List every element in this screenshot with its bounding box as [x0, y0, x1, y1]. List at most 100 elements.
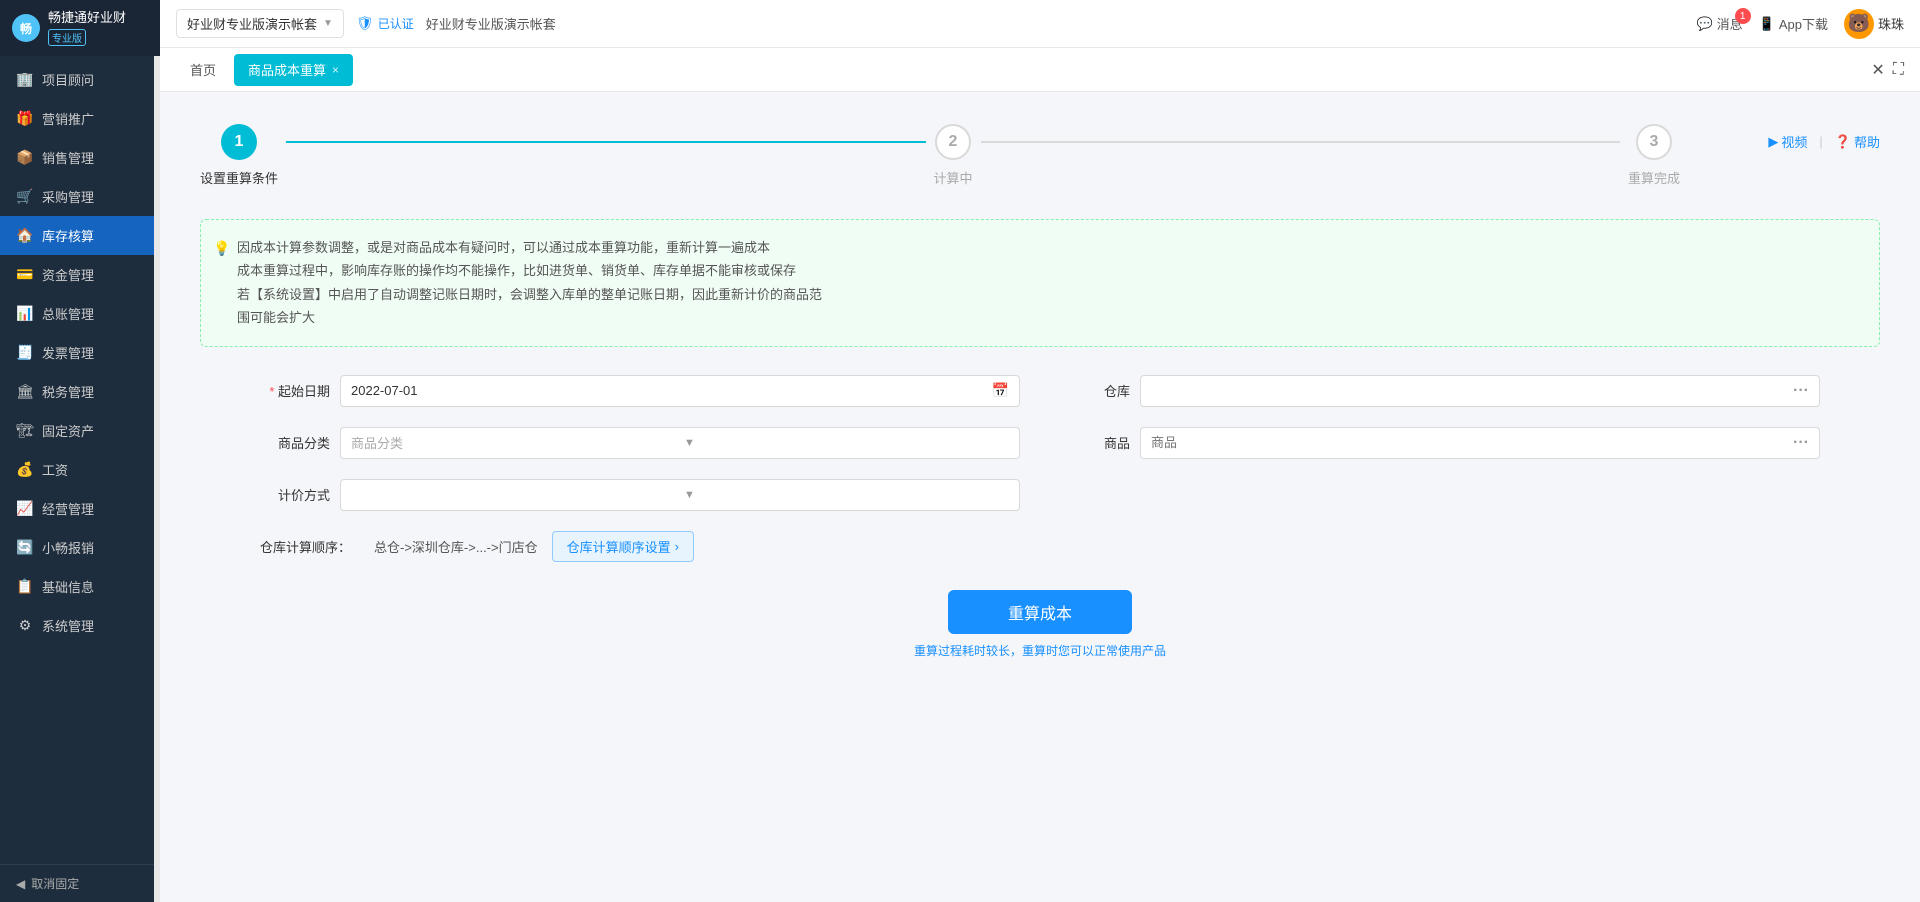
account-selector-text: 好业财专业版演示帐套 [187, 14, 317, 33]
sidebar-item-tax[interactable]: 🏛税务管理 [0, 372, 160, 411]
chevron-down-icon: ▼ [323, 18, 333, 29]
pricing-chevron-icon: ▼ [684, 489, 1009, 501]
sidebar-item-marketing[interactable]: 🎁 营销推广 [0, 99, 160, 138]
step-line-2 [981, 141, 1620, 143]
nav-icon-sales: 📦 [16, 149, 34, 167]
submit-area: 重算成本 重算过程耗时较长，重算时您可以正常使用产品 [260, 590, 1820, 659]
calendar-icon[interactable]: 📅 [992, 382, 1009, 399]
tab-home-label: 首页 [190, 60, 216, 79]
expand-icon[interactable]: ⛶ [1893, 61, 1904, 79]
nav-icon-basic: 📋 [16, 578, 34, 596]
sidebar-header: 畅 畅捷通好业财 专业版 [0, 0, 160, 56]
recalculate-hint: 重算过程耗时较长，重算时您可以正常使用产品 [260, 642, 1820, 659]
nav-icon-purchase: 🛒 [16, 188, 34, 206]
nav-label-purchase: 采购管理 [42, 187, 94, 206]
more-icon[interactable]: ··· [1793, 382, 1809, 400]
recalculate-button[interactable]: 重算成本 [948, 590, 1132, 634]
topbar-actions: 💬 消息 1 📱 App下载 🐻 珠珠 [1696, 9, 1904, 39]
goods-input[interactable] [1151, 435, 1785, 450]
app-logo-icon: 畅 [12, 14, 40, 42]
start-date-input-wrap[interactable]: 📅 [340, 375, 1020, 407]
message-badge: 1 [1735, 8, 1751, 24]
video-link[interactable]: ▶ 视频 [1768, 132, 1807, 151]
goods-label: 商品 [1060, 433, 1130, 452]
nav-icon-expense: 🔄 [16, 539, 34, 557]
step-3-label: 重算完成 [1628, 168, 1680, 187]
message-button[interactable]: 💬 消息 1 [1696, 14, 1742, 33]
sidebar-item-sales[interactable]: 📦销售管理 [0, 138, 160, 177]
tab-home[interactable]: 首页 [176, 54, 230, 86]
phone-icon: 📱 [1759, 16, 1775, 32]
form-row-1: 起始日期 📅 仓库 ··· [260, 375, 1820, 407]
tab-close-icon[interactable]: × [332, 63, 339, 77]
nav-icon-marketing: 🎁 [16, 110, 34, 128]
goods-more-icon[interactable]: ··· [1793, 434, 1809, 452]
play-icon: ▶ [1768, 134, 1778, 150]
tabbar: 首页 商品成本重算 × ✕ ⛶ [160, 48, 1920, 92]
main-area: 好业财专业版演示帐套 ▼ 🛡 已认证 好业财专业版演示帐套 💬 消息 1 📱 A… [160, 0, 1920, 902]
nav-label-invoice: 发票管理 [42, 343, 94, 362]
sidebar-item-fixed_assets[interactable]: 🏗固定资产 [0, 411, 160, 450]
close-window-icon[interactable]: ✕ [1871, 60, 1884, 80]
form-row-2: 商品分类 商品分类 ▼ 商品 ··· [260, 427, 1820, 459]
warehouse-order-row: 仓库计算顺序： 总仓->深圳仓库->...->门店仓 仓库计算顺序设置 › [260, 531, 1820, 562]
notice-box: 💡 因成本计算参数调整，或是对商品成本有疑问时，可以通过成本重算功能，重新计算一… [200, 219, 1880, 347]
shield-icon: 🛡 [356, 15, 374, 32]
warehouse-input[interactable] [1151, 383, 1785, 398]
tabbar-right: ✕ ⛶ [1871, 60, 1904, 80]
sidebar-item-purchase[interactable]: 🛒 采购管理 [0, 177, 160, 216]
chevron-right-icon: › [675, 539, 679, 554]
step-1-label: 设置重算条件 [200, 168, 278, 187]
nav-icon-invoice: 🧾 [16, 344, 34, 362]
app-download-button[interactable]: 📱 App下载 [1759, 14, 1828, 33]
nav-label-marketing: 营销推广 [42, 109, 94, 128]
avatar: 🐻 [1844, 9, 1874, 39]
form-row-3: 计价方式 ▼ [260, 479, 1820, 511]
nav-label-expense: 小畅报销 [42, 538, 94, 557]
message-icon: 💬 [1696, 16, 1712, 32]
sidebar-item-invoice[interactable]: 🧾 发票管理 [0, 333, 160, 372]
sidebar-item-inventory[interactable]: 🏠库存核算 [0, 216, 160, 255]
notice-line-4: 围可能会扩大 [237, 306, 1859, 329]
nav-label-tax: 税务管理 [42, 382, 94, 401]
question-icon: ❓ [1835, 134, 1851, 150]
sidebar-item-finance[interactable]: 💳资金管理 [0, 255, 160, 294]
warehouse-field: 仓库 ··· [1060, 375, 1820, 407]
content-area: 1 设置重算条件 2 计算中 3 重算完成 ▶ 视频 [160, 92, 1920, 902]
sidebar-item-accounting[interactable]: 📊总账管理 [0, 294, 160, 333]
form-section: 起始日期 📅 仓库 ··· 商品分类 [200, 375, 1880, 659]
step-1: 1 设置重算条件 [200, 124, 278, 187]
start-date-input[interactable] [351, 383, 984, 398]
warehouse-order-settings-button[interactable]: 仓库计算顺序设置 › [552, 531, 694, 562]
step-2-circle: 2 [935, 124, 971, 160]
chevron-down-icon: ▼ [684, 437, 1009, 449]
warehouse-input-wrap[interactable]: ··· [1140, 375, 1820, 407]
nav-icon-payroll: 💰 [16, 461, 34, 479]
username-label: 珠珠 [1878, 14, 1904, 33]
nav-icon-operation: 📈 [16, 500, 34, 518]
cancel-pin-button[interactable]: ◀ 取消固定 [0, 864, 160, 902]
sidebar-item-payroll[interactable]: 💰工资 [0, 450, 160, 489]
sidebar-item-basic[interactable]: 📋 基础信息 [0, 567, 160, 606]
sidebar-item-expense[interactable]: 🔄 小畅报销 [0, 528, 160, 567]
sidebar-item-operation[interactable]: 📈经营管理 [0, 489, 160, 528]
user-menu[interactable]: 🐻 珠珠 [1844, 9, 1904, 39]
pricing-field: 计价方式 ▼ [260, 479, 1020, 511]
start-date-label: 起始日期 [260, 381, 330, 400]
sidebar-item-system[interactable]: ⚙系统管理 [0, 606, 160, 645]
nav-icon-accounting: 📊 [16, 305, 34, 323]
account-selector[interactable]: 好业财专业版演示帐套 ▼ [176, 9, 344, 38]
pricing-select[interactable]: ▼ [340, 479, 1020, 511]
notice-line-3: 若【系统设置】中启用了自动调整记账日期时，会调整入库单的整单记账日期，因此重新计… [237, 283, 1859, 306]
goods-input-wrap[interactable]: ··· [1140, 427, 1820, 459]
sidebar-item-project[interactable]: 🏢项目顾问 [0, 60, 160, 99]
nav-label-basic: 基础信息 [42, 577, 94, 596]
help-link[interactable]: ❓ 帮助 [1835, 132, 1880, 151]
tab-recalculate[interactable]: 商品成本重算 × [234, 54, 353, 86]
verified-badge: 🛡 已认证 [356, 15, 414, 32]
step-3-circle: 3 [1636, 124, 1672, 160]
nav-label-inventory: 库存核算 [42, 226, 94, 245]
category-select[interactable]: 商品分类 ▼ [340, 427, 1020, 459]
stepper: 1 设置重算条件 2 计算中 3 重算完成 ▶ 视频 [200, 124, 1880, 187]
account-name: 好业财专业版演示帐套 [426, 14, 556, 33]
